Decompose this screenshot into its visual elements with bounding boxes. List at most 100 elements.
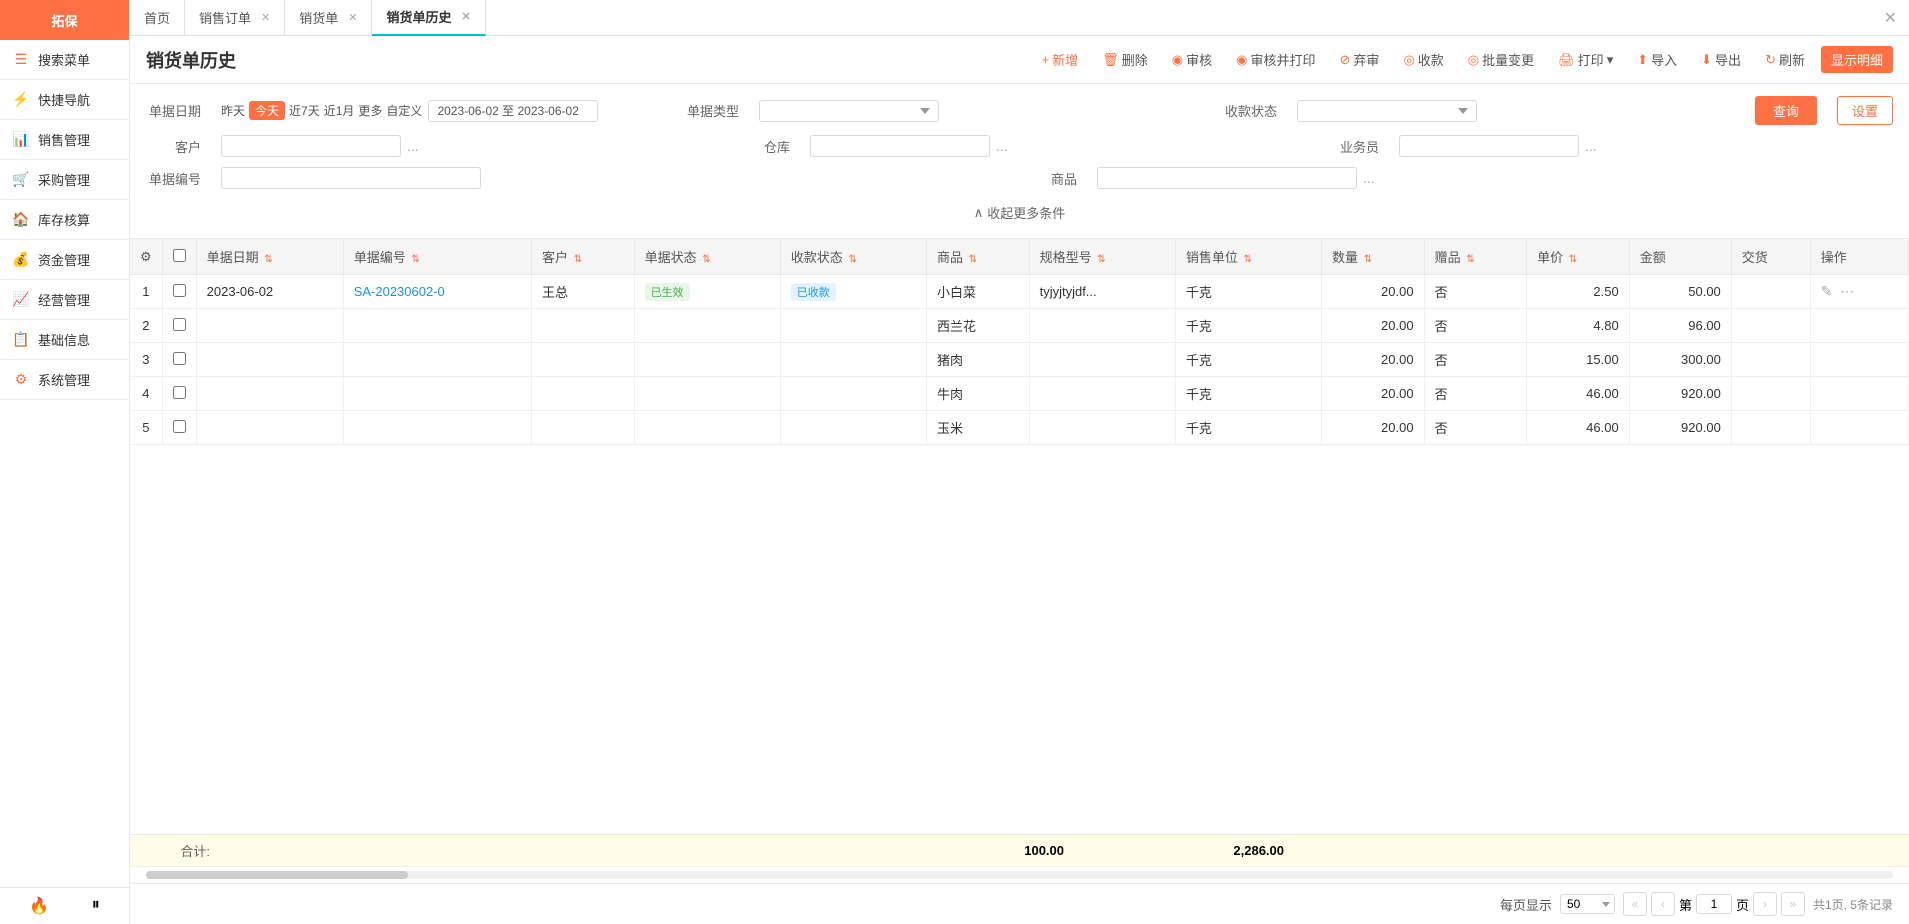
collect-status-select[interactable]	[1297, 100, 1477, 122]
next-page-button[interactable]: ›	[1753, 892, 1777, 916]
th-quantity[interactable]: 数量 ⇅	[1322, 239, 1425, 275]
doc-no-link-1[interactable]: SA-20230602-0	[354, 284, 445, 299]
goods-dots[interactable]: ...	[1363, 170, 1375, 186]
refresh-button[interactable]: ↻ 刷新	[1757, 46, 1813, 73]
th-customer[interactable]: 客户 ⇅	[532, 239, 635, 275]
th-doc-status[interactable]: 单据状态 ⇅	[634, 239, 780, 275]
row-doc-date-4	[196, 377, 343, 411]
add-button[interactable]: + 新增	[1034, 46, 1087, 73]
collapse-button[interactable]: ∧ 收起更多条件	[146, 199, 1893, 226]
print-button[interactable]: 🖨 打印 ▾	[1550, 46, 1621, 73]
set-button[interactable]: 设置	[1837, 96, 1893, 125]
sidebar-item-search-menu[interactable]: ☰ 搜索菜单	[0, 40, 129, 80]
collect-button[interactable]: ◎ 收款	[1395, 46, 1451, 73]
sidebar-item-inventory-calc[interactable]: 🏠 库存核算	[0, 200, 129, 240]
page-suffix: 页	[1736, 895, 1749, 914]
pause-icon[interactable]: ⏸	[92, 896, 100, 916]
salesperson-dots[interactable]: ...	[1585, 138, 1597, 154]
row-customer-4	[532, 377, 635, 411]
tab-close-sales-order[interactable]: ✕	[261, 11, 270, 24]
tab-bar-close-button[interactable]: ✕	[1872, 8, 1909, 28]
shortcut-more[interactable]: 更多	[358, 102, 382, 119]
row-checkbox-3[interactable]	[162, 343, 196, 377]
doc-type-select[interactable]	[759, 100, 939, 122]
th-spec-label: 规格型号	[1040, 250, 1092, 265]
query-button[interactable]: 查询	[1755, 96, 1817, 125]
per-page-select[interactable]: 50 100 200	[1560, 894, 1615, 914]
row-checkbox-1[interactable]	[162, 275, 196, 309]
sidebar-item-ops-mgmt[interactable]: 📈 经营管理	[0, 280, 129, 320]
row-collect-status-2	[780, 309, 926, 343]
shortcut-1month[interactable]: 近1月	[324, 102, 355, 119]
audit-button[interactable]: ◉ 审核	[1164, 46, 1220, 73]
tab-close-sales-goods[interactable]: ✕	[348, 11, 357, 24]
sort-icon-sales-unit: ⇅	[1243, 254, 1251, 265]
row-doc-no-4	[343, 377, 531, 411]
row-checkbox-4[interactable]	[162, 377, 196, 411]
scroll-track[interactable]	[146, 871, 1893, 879]
fire-icon[interactable]: 🔥	[29, 896, 49, 916]
row-checkbox-2[interactable]	[162, 309, 196, 343]
export-button[interactable]: ⬇ 导出	[1693, 46, 1749, 73]
row-checkbox-5[interactable]	[162, 411, 196, 445]
row-gift-1: 否	[1424, 275, 1527, 309]
more-icon-1[interactable]: ⋯	[1840, 283, 1854, 299]
doc-no-input[interactable]	[221, 167, 481, 189]
audit-print-button[interactable]: ◉ 审核并打印	[1228, 46, 1323, 73]
scroll-thumb[interactable]	[146, 871, 408, 879]
page-number-input[interactable]	[1696, 894, 1732, 914]
sidebar-item-quick-nav[interactable]: ⚡ 快捷导航	[0, 80, 129, 120]
sidebar-item-finance-mgmt[interactable]: 💰 资金管理	[0, 240, 129, 280]
batch-change-button[interactable]: ◎ 批量变更	[1460, 46, 1542, 73]
display-detail-button[interactable]: 显示明细	[1821, 46, 1893, 73]
customer-dots[interactable]: ...	[407, 138, 419, 154]
sidebar-item-sales-mgmt[interactable]: 📊 销售管理	[0, 120, 129, 160]
th-gear[interactable]: ⚙	[130, 239, 162, 275]
th-collect-status[interactable]: 收款状态 ⇅	[780, 239, 926, 275]
th-goods[interactable]: 商品 ⇅	[927, 239, 1030, 275]
th-sales-unit[interactable]: 销售单位 ⇅	[1175, 239, 1321, 275]
goods-input[interactable]	[1097, 167, 1357, 189]
tab-home[interactable]: 首页	[130, 0, 185, 36]
salesperson-input[interactable]	[1399, 135, 1579, 157]
shortcut-today[interactable]: 今天	[249, 101, 285, 120]
th-checkbox[interactable]	[162, 239, 196, 275]
last-page-button[interactable]: »	[1781, 892, 1805, 916]
prev-page-button[interactable]: ‹	[1651, 892, 1675, 916]
th-unit-price[interactable]: 单价 ⇅	[1527, 239, 1630, 275]
shortcut-7days[interactable]: 近7天	[289, 102, 320, 119]
sort-icon-gift: ⇅	[1466, 254, 1474, 265]
shortcut-yesterday[interactable]: 昨天	[221, 102, 245, 119]
doc-type-label: 单据类型	[679, 101, 739, 120]
sidebar-item-sys-mgmt[interactable]: ⚙ 系统管理	[0, 360, 129, 400]
delete-button[interactable]: 🗑 删除	[1094, 46, 1156, 73]
sort-icon-quantity: ⇅	[1364, 254, 1372, 265]
tab-close-sales-history[interactable]: ✕	[462, 10, 471, 23]
customer-input[interactable]	[221, 135, 401, 157]
th-gift[interactable]: 赠品 ⇅	[1424, 239, 1527, 275]
select-all-checkbox[interactable]	[173, 249, 186, 262]
th-spec[interactable]: 规格型号 ⇅	[1029, 239, 1175, 275]
abandon-button[interactable]: ⊘ 弃审	[1332, 46, 1388, 73]
row-trade-1	[1731, 275, 1810, 309]
sidebar-item-purchase-mgmt[interactable]: 🛒 采购管理	[0, 160, 129, 200]
tab-sales-order[interactable]: 销售订单 ✕	[185, 0, 285, 36]
sidebar-item-base-info[interactable]: 📋 基础信息	[0, 320, 129, 360]
import-button[interactable]: ⬆ 导入	[1629, 46, 1685, 73]
edit-icon-1[interactable]: ✎	[1821, 283, 1833, 299]
filter-row-3: 单据编号 商品 ...	[146, 167, 1893, 189]
date-filter-field: 昨天 今天 近7天 近1月 更多 自定义	[221, 100, 659, 122]
first-page-button[interactable]: «	[1623, 892, 1647, 916]
th-doc-date[interactable]: 单据日期 ⇅	[196, 239, 343, 275]
date-range-input[interactable]	[428, 100, 598, 122]
th-doc-no[interactable]: 单据编号 ⇅	[343, 239, 531, 275]
row-spec-1: tyjyjtyjdf...	[1029, 275, 1175, 309]
tab-sales-goods[interactable]: 销货单 ✕	[285, 0, 372, 36]
shortcut-custom[interactable]: 自定义	[386, 102, 422, 119]
warehouse-dots[interactable]: ...	[996, 138, 1008, 154]
tab-sales-history[interactable]: 销货单历史 ✕	[372, 0, 485, 36]
row-collect-status-5	[780, 411, 926, 445]
audit-icon: ◉	[1172, 52, 1183, 68]
warehouse-input[interactable]	[810, 135, 990, 157]
row-unit-price-1: 2.50	[1527, 275, 1630, 309]
